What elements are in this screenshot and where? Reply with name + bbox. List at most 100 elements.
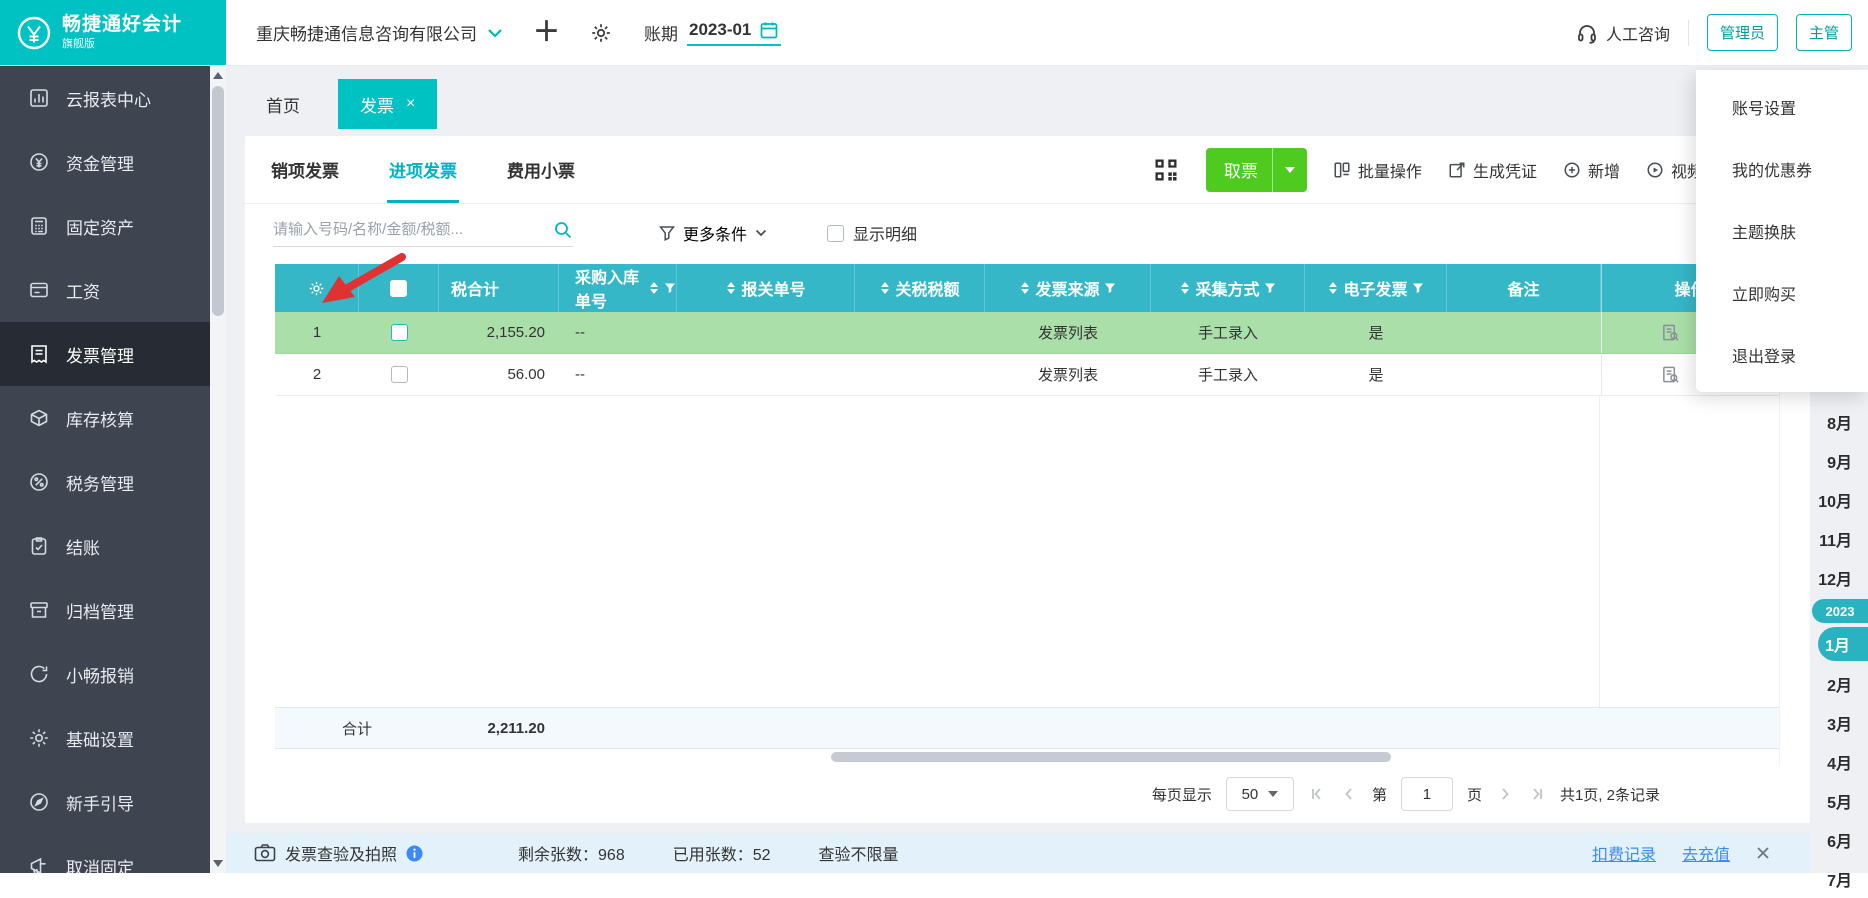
- subtab-purchase-invoice[interactable]: 进项发票: [387, 136, 459, 203]
- menu-item-account-settings[interactable]: 账号设置: [1696, 76, 1868, 138]
- sidebar-item-cloud-report[interactable]: 云报表中心: [0, 66, 226, 130]
- batch-operation-button[interactable]: 批量操作: [1333, 158, 1422, 182]
- column-header-remark[interactable]: 备注: [1447, 264, 1601, 312]
- company-selector[interactable]: 重庆畅捷通信息咨询有限公司: [256, 20, 503, 45]
- sidebar-item-invoice[interactable]: 发票管理: [0, 322, 226, 386]
- subtab-sales-invoice[interactable]: 销项发票: [269, 136, 341, 203]
- app-logo[interactable]: 畅捷通好会计 旗舰版: [0, 0, 226, 65]
- month-item[interactable]: 9月: [1804, 441, 1868, 480]
- select-all-header[interactable]: [359, 264, 439, 312]
- menu-item-logout[interactable]: 退出登录: [1696, 324, 1868, 386]
- column-header-tax-total[interactable]: 税合计: [439, 264, 559, 312]
- column-header-source[interactable]: 发票来源: [985, 264, 1151, 312]
- month-item[interactable]: 2月: [1804, 664, 1868, 703]
- month-item[interactable]: 6月: [1804, 820, 1868, 859]
- page-number-input[interactable]: [1400, 777, 1453, 811]
- column-settings-header[interactable]: [275, 264, 359, 312]
- view-detail-button[interactable]: [1661, 365, 1680, 384]
- sidebar-item-closing[interactable]: 结账: [0, 514, 226, 578]
- tab-home[interactable]: 首页: [244, 79, 322, 129]
- sort-icon[interactable]: [650, 282, 658, 294]
- sort-icon[interactable]: [1329, 282, 1338, 294]
- get-invoice-button[interactable]: 取票: [1205, 147, 1307, 192]
- filter-icon[interactable]: [1412, 282, 1424, 294]
- menu-item-my-coupons[interactable]: 我的优惠券: [1696, 138, 1868, 200]
- sort-icon[interactable]: [1021, 282, 1030, 294]
- scroll-up-arrow-icon[interactable]: [213, 72, 223, 79]
- month-item[interactable]: 10月: [1804, 480, 1868, 519]
- more-conditions-button[interactable]: 更多条件: [659, 221, 767, 245]
- sidebar-item-reimburse[interactable]: 小畅报销: [0, 642, 226, 706]
- role-admin-button[interactable]: 管理员: [1706, 14, 1778, 51]
- month-item[interactable]: 8月: [1804, 402, 1868, 441]
- filter-icon[interactable]: [1264, 282, 1276, 294]
- subtab-expense-receipt[interactable]: 费用小票: [505, 136, 577, 203]
- month-item[interactable]: 11月: [1804, 519, 1868, 558]
- filter-icon[interactable]: [1104, 282, 1116, 294]
- view-detail-button[interactable]: [1661, 323, 1680, 342]
- period-selector[interactable]: 2023-01: [687, 20, 782, 46]
- menu-item-theme-skin[interactable]: 主题换肤: [1696, 200, 1868, 262]
- generate-voucher-button[interactable]: 生成凭证: [1448, 158, 1537, 182]
- scrollbar-thumb[interactable]: [831, 752, 1391, 762]
- month-item[interactable]: 5月: [1804, 781, 1868, 820]
- scroll-down-arrow-icon[interactable]: [213, 860, 223, 867]
- tab-invoice[interactable]: 发票 ×: [338, 79, 438, 129]
- menu-item-buy-now[interactable]: 立即购买: [1696, 262, 1868, 324]
- next-page-button[interactable]: [1497, 786, 1513, 802]
- sidebar-item-funds[interactable]: 资金管理: [0, 130, 226, 194]
- row-checkbox[interactable]: [390, 366, 408, 383]
- search-input[interactable]: [273, 221, 545, 238]
- video-button[interactable]: 视频: [1646, 158, 1703, 182]
- month-item[interactable]: 7月: [1804, 859, 1868, 898]
- sidebar-item-beginner-guide[interactable]: 新手引导: [0, 770, 226, 834]
- row-checkbox[interactable]: [390, 324, 408, 341]
- month-item[interactable]: 4月: [1804, 742, 1868, 781]
- settings-gear-button[interactable]: [590, 22, 612, 44]
- month-item-active[interactable]: 1月: [1818, 627, 1868, 661]
- new-tab-button[interactable]: ＋: [533, 19, 560, 46]
- role-supervisor-button[interactable]: 主管: [1795, 14, 1852, 51]
- support-button[interactable]: 人工咨询: [1576, 21, 1670, 45]
- horizontal-scrollbar[interactable]: [275, 749, 1779, 765]
- info-icon[interactable]: [406, 845, 423, 862]
- gear-icon[interactable]: [308, 280, 325, 297]
- month-item[interactable]: 12月: [1804, 558, 1868, 597]
- table-row[interactable]: 1 2,155.20 -- 发票列表 手工录入 是: [275, 312, 1779, 354]
- column-header-collect-method[interactable]: 采集方式: [1151, 264, 1305, 312]
- qr-scan-button[interactable]: [1152, 156, 1180, 184]
- add-new-button[interactable]: 新增: [1563, 158, 1620, 182]
- first-page-button[interactable]: [1309, 786, 1325, 802]
- sort-icon[interactable]: [881, 282, 890, 294]
- sidebar-item-fixed-assets[interactable]: 固定资产: [0, 194, 226, 258]
- sidebar-item-unpin[interactable]: 取消固定: [0, 834, 226, 873]
- column-header-tariff-amount[interactable]: 关税税额: [855, 264, 985, 312]
- close-bar-button[interactable]: [1756, 846, 1770, 860]
- column-header-purchase-no[interactable]: 采购入库单号: [559, 264, 677, 312]
- sort-icon[interactable]: [727, 282, 736, 294]
- close-icon[interactable]: ×: [406, 96, 415, 112]
- per-page-select[interactable]: 50: [1225, 777, 1294, 811]
- recharge-link[interactable]: 去充值: [1682, 841, 1730, 865]
- select-all-checkbox[interactable]: [390, 279, 407, 297]
- scrollbar-thumb[interactable]: [212, 86, 224, 316]
- column-header-customs-no[interactable]: 报关单号: [677, 264, 855, 312]
- show-detail-checkbox[interactable]: [827, 224, 845, 242]
- sidebar-item-basic-settings[interactable]: 基础设置: [0, 706, 226, 770]
- fee-record-link[interactable]: 扣费记录: [1592, 841, 1656, 865]
- prev-page-button[interactable]: [1341, 786, 1357, 802]
- sidebar-item-archive[interactable]: 归档管理: [0, 578, 226, 642]
- sidebar-item-salary[interactable]: 工资: [0, 258, 226, 322]
- last-page-button[interactable]: [1529, 786, 1545, 802]
- search-icon[interactable]: [553, 220, 573, 240]
- show-detail-toggle[interactable]: 显示明细: [827, 221, 917, 245]
- sidebar-item-tax[interactable]: 税务管理: [0, 450, 226, 514]
- table-row[interactable]: 2 56.00 -- 发票列表 手工录入 是: [275, 354, 1779, 396]
- sort-icon[interactable]: [1181, 282, 1190, 294]
- column-header-electronic[interactable]: 电子发票: [1305, 264, 1447, 312]
- get-invoice-dropdown[interactable]: [1271, 147, 1307, 192]
- sidebar-item-inventory[interactable]: 库存核算: [0, 386, 226, 450]
- sidebar-scrollbar[interactable]: [210, 66, 226, 873]
- month-item[interactable]: 3月: [1804, 703, 1868, 742]
- filter-icon[interactable]: [664, 282, 676, 294]
